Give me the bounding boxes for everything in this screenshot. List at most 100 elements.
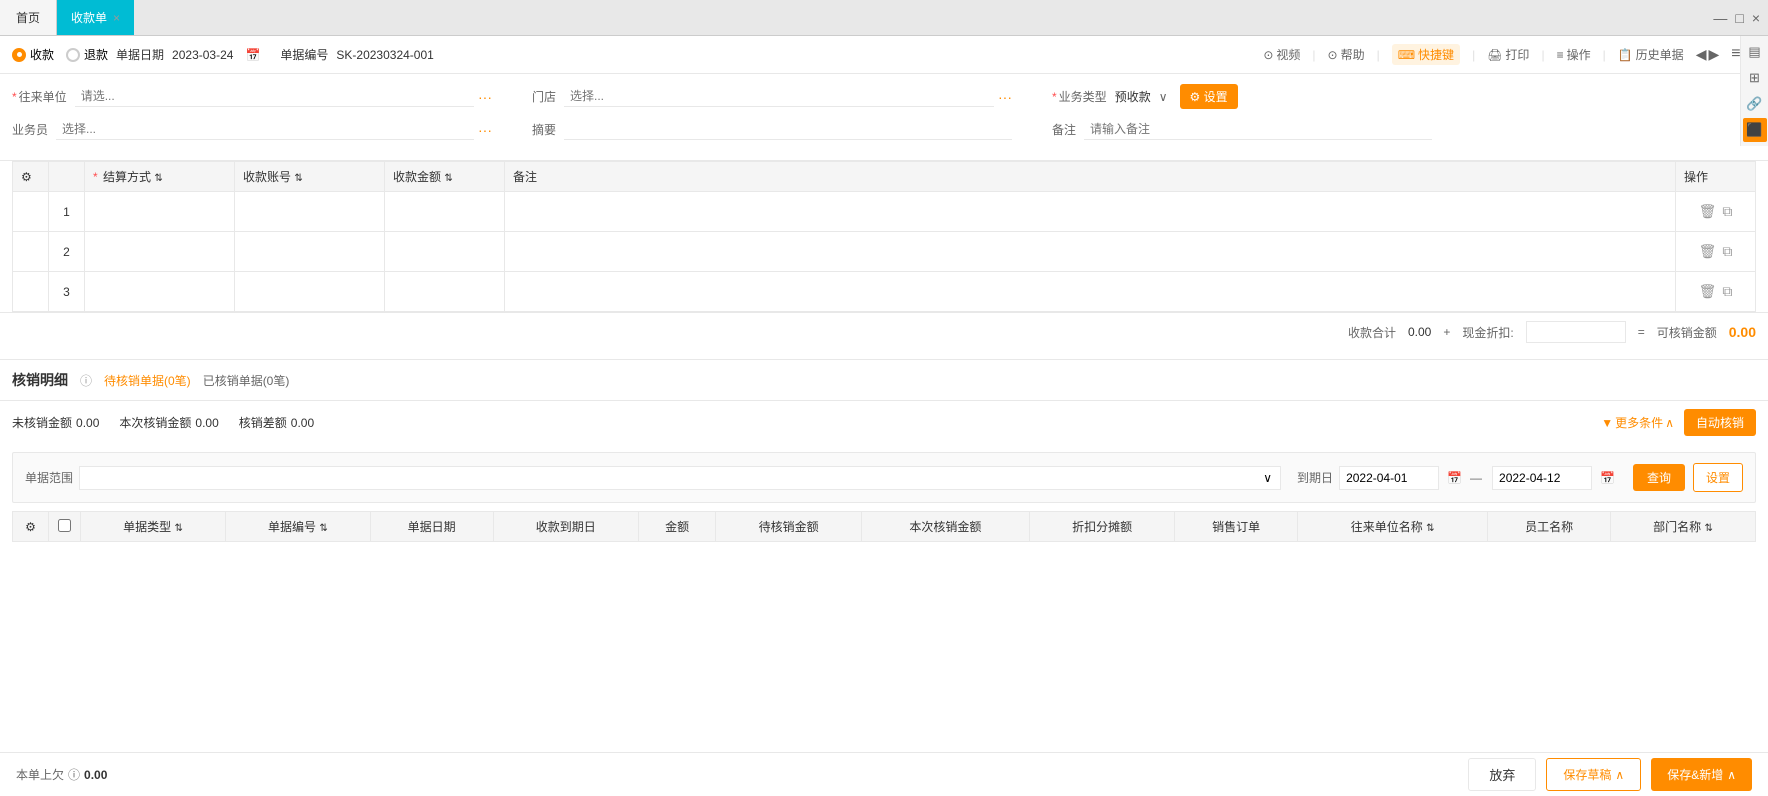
bt-check-col[interactable] xyxy=(49,512,81,542)
partner-input[interactable] xyxy=(75,86,474,107)
range-select[interactable]: ∨ xyxy=(79,466,1281,490)
row3-account[interactable] xyxy=(235,272,385,312)
tab-close-icon[interactable]: × xyxy=(113,11,120,25)
sidebar-icon-1[interactable]: ▤ xyxy=(1743,40,1767,64)
ops-icon: ≡ xyxy=(1557,48,1564,62)
summary-field: 摘要 xyxy=(532,119,1012,140)
date-picker-icon[interactable]: 📅 xyxy=(245,48,260,62)
row2-account[interactable] xyxy=(235,232,385,272)
auto-cancel-btn[interactable]: 自动核销 xyxy=(1684,409,1756,436)
done-tab[interactable]: 已核销单据(0笔) xyxy=(203,372,290,389)
col-settings-header[interactable]: ⚙ xyxy=(13,162,49,192)
sidebar-icon-3[interactable]: 🔗 xyxy=(1743,92,1767,116)
uncancelled-val: 0.00 xyxy=(76,416,99,430)
bt-recv-col[interactable]: 收款到期日 xyxy=(493,512,638,542)
radio-tui[interactable]: 退款 xyxy=(66,46,108,63)
query-btn[interactable]: 查询 xyxy=(1633,464,1685,491)
row1-settle[interactable] xyxy=(85,192,235,232)
history-btn[interactable]: 📋 历史单据 xyxy=(1618,46,1684,63)
cal-icon2[interactable]: 📅 xyxy=(1600,471,1615,485)
bt-emp-col[interactable]: 员工名称 xyxy=(1488,512,1611,542)
pending-tab[interactable]: 待核销单据(0笔) xyxy=(104,372,191,389)
row3-amount[interactable] xyxy=(385,272,505,312)
salesperson-input[interactable] xyxy=(56,119,474,140)
save-btn[interactable]: 保存&新增 ∧ xyxy=(1651,758,1752,791)
row1-remark[interactable] xyxy=(505,192,1676,232)
tab-home[interactable]: 首页 xyxy=(0,0,57,35)
col-settle-header[interactable]: 结算方式 ⇅ xyxy=(85,162,235,192)
store-input[interactable] xyxy=(564,86,994,107)
uncancelled-stat: 未核销金额 0.00 xyxy=(12,414,99,431)
store-more-icon[interactable]: ··· xyxy=(998,89,1012,105)
row3-copy-icon[interactable]: ⧉ xyxy=(1722,283,1732,300)
bt-num-col[interactable]: 单据编号 ⇅ xyxy=(225,512,370,542)
sort-icon2: ⇅ xyxy=(294,173,302,184)
this-cancel-stat: 本次核销金额 0.00 xyxy=(119,414,218,431)
radio-shou[interactable]: 收款 xyxy=(12,46,54,63)
biz-type-dropdown-icon[interactable]: ∨ xyxy=(1159,90,1168,104)
main-table: ⚙ 结算方式 ⇅ 收款账号 ⇅ 收款金额 ⇅ xyxy=(12,161,1756,312)
discount-input[interactable] xyxy=(1526,321,1626,343)
cal-icon1[interactable]: 📅 xyxy=(1447,471,1462,485)
col-remark-label: 备注 xyxy=(513,170,537,184)
sidebar-icon-4[interactable]: ⬛ xyxy=(1743,118,1767,142)
sort-icon: ⇅ xyxy=(154,173,162,184)
row1-account[interactable] xyxy=(235,192,385,232)
draft-btn[interactable]: 保存草稿 ∧ xyxy=(1546,758,1641,791)
equals-sign: = xyxy=(1638,325,1645,339)
range-label: 单据范围 xyxy=(25,469,73,486)
due-from-input[interactable] xyxy=(1339,466,1439,490)
row1-amount[interactable] xyxy=(385,192,505,232)
video-btn[interactable]: ⊙ 视频 xyxy=(1263,46,1300,63)
minimize-icon[interactable]: — xyxy=(1713,10,1727,26)
due-to-input[interactable] xyxy=(1492,466,1592,490)
bt-discount-col[interactable]: 折扣分摊额 xyxy=(1029,512,1174,542)
row1-delete-icon[interactable]: 🗑 xyxy=(1699,203,1717,220)
row2-amount[interactable] xyxy=(385,232,505,272)
filter-settings-btn[interactable]: 设置 xyxy=(1693,463,1743,492)
ops-btn[interactable]: ≡ 操作 xyxy=(1557,46,1591,63)
bt-settings-col[interactable]: ⚙ xyxy=(13,512,49,542)
bt-partner-col[interactable]: 往来单位名称 ⇅ xyxy=(1298,512,1488,542)
gear-icon: ⚙ xyxy=(1190,90,1201,104)
bt-type-col[interactable]: 单据类型 ⇅ xyxy=(81,512,226,542)
biz-type-value: 预收款 xyxy=(1115,88,1151,105)
help-btn[interactable]: ⊙ 帮助 xyxy=(1328,46,1365,63)
bt-date-col[interactable]: 单据日期 xyxy=(370,512,493,542)
row1-copy-icon[interactable]: ⧉ xyxy=(1722,203,1732,220)
close-icon[interactable]: × xyxy=(1752,10,1760,26)
bt-check-all[interactable] xyxy=(58,519,71,532)
bt-amount-col[interactable]: 金额 xyxy=(638,512,715,542)
footer-right: 放弃 保存草稿 ∧ 保存&新增 ∧ xyxy=(1468,758,1752,791)
sidebar-icon-2[interactable]: ⊞ xyxy=(1743,66,1767,90)
abandon-btn[interactable]: 放弃 xyxy=(1468,758,1536,791)
maximize-icon[interactable]: □ xyxy=(1735,10,1743,26)
summary-input[interactable] xyxy=(564,119,1012,140)
toolbar-right: ⊙ 视频 | ⊙ 帮助 | ⌨ 快捷键 | 🖨 打印 | ≡ 操作 xyxy=(1263,44,1756,65)
col-account-header[interactable]: 收款账号 ⇅ xyxy=(235,162,385,192)
filter-icon: ▼ xyxy=(1601,416,1613,430)
bt-pending-col[interactable]: 待核销金额 xyxy=(716,512,861,542)
salesperson-more-icon[interactable]: ··· xyxy=(478,122,492,138)
tab-current[interactable]: 收款单 × xyxy=(57,0,134,35)
bt-dept-col[interactable]: 部门名称 ⇅ xyxy=(1611,512,1756,542)
row2-delete-icon[interactable]: 🗑 xyxy=(1699,243,1717,260)
bt-sales-col[interactable]: 销售订单 xyxy=(1175,512,1298,542)
shortcut-btn[interactable]: ⌨ 快捷键 xyxy=(1392,44,1460,65)
nav-next-icon[interactable]: ▶ xyxy=(1708,46,1719,63)
bt-cancel-col[interactable]: 本次核销金额 xyxy=(861,512,1029,542)
nav-prev-icon[interactable]: ◀ xyxy=(1696,46,1707,63)
remark-input[interactable] xyxy=(1084,119,1432,140)
col-amount-header[interactable]: 收款金额 ⇅ xyxy=(385,162,505,192)
row2-remark[interactable] xyxy=(505,232,1676,272)
bt-amount-label: 金额 xyxy=(665,520,689,534)
partner-more-icon[interactable]: ··· xyxy=(478,89,492,105)
more-filter-btn[interactable]: ▼ 更多条件 ∧ xyxy=(1601,414,1674,431)
row2-copy-icon[interactable]: ⧉ xyxy=(1722,243,1732,260)
print-btn[interactable]: 🖨 打印 xyxy=(1487,46,1529,63)
row3-settle[interactable] xyxy=(85,272,235,312)
row3-remark[interactable] xyxy=(505,272,1676,312)
row3-delete-icon[interactable]: 🗑 xyxy=(1699,283,1717,300)
settings-button[interactable]: ⚙ 设置 xyxy=(1180,84,1238,109)
row2-settle[interactable] xyxy=(85,232,235,272)
